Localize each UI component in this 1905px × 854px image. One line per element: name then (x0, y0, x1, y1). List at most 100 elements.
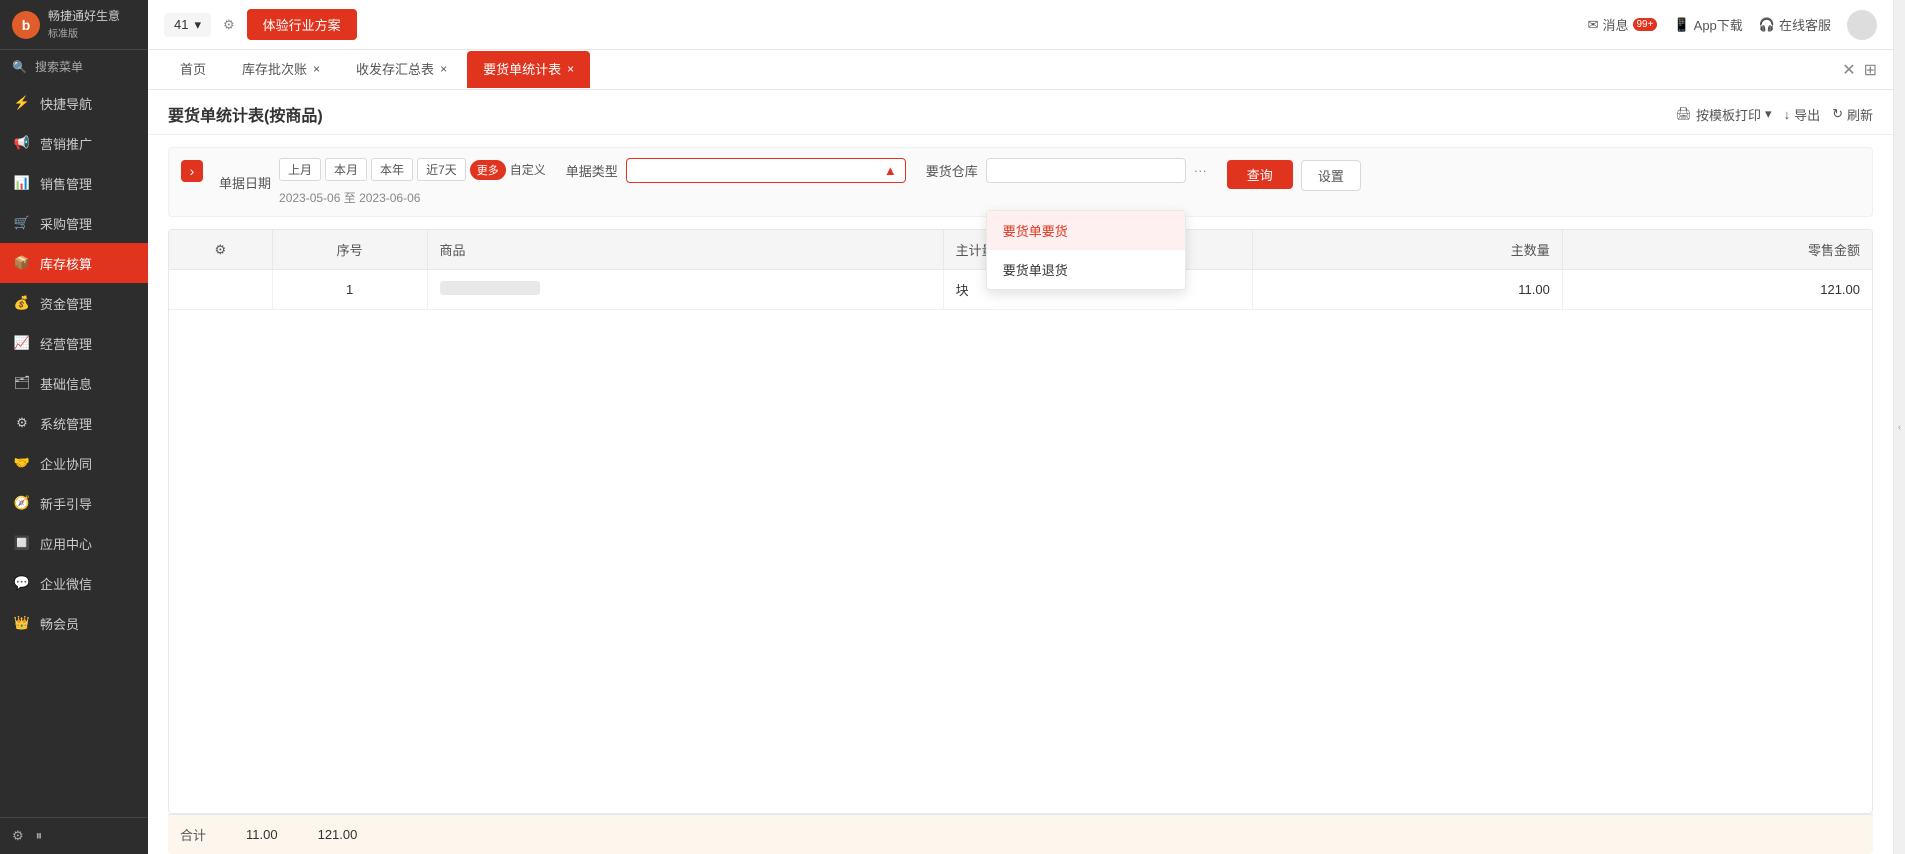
this-month-btn[interactable]: 本月 (325, 158, 367, 181)
topbar-gear-icon[interactable]: ⚙ (223, 17, 235, 33)
type-filter: 单据类型 ▲ 要货单要货 要货单退货 (566, 158, 906, 183)
filter-group: 单据日期 上月 本月 本年 近7天 更多 自定义 2023-05-06 至 20… (219, 158, 1860, 206)
sidebar-item-cooperation[interactable]: 🤝 企业协同 (0, 443, 148, 483)
search-menu-label: 搜索菜单 (35, 58, 83, 75)
export-icon: ↓ (1784, 107, 1791, 122)
sidebar-item-marketing[interactable]: 📢 营销推广 (0, 123, 148, 163)
system-icon: ⚙ (12, 413, 32, 433)
settings-bottom-icon[interactable]: ⚙ (12, 828, 24, 844)
member-icon: 👑 (12, 613, 32, 633)
tab-collect-summary-close[interactable]: × (440, 62, 447, 76)
date-filter-col: 上月 本月 本年 近7天 更多 自定义 2023-05-06 至 2023-06… (279, 158, 546, 206)
footer-qty: 11.00 (246, 827, 278, 842)
sidebar-item-basics[interactable]: 🗂 基础信息 (0, 363, 148, 403)
sidebar-item-sales[interactable]: 📊 销售管理 (0, 163, 148, 203)
tab-order-stats-close[interactable]: × (567, 62, 574, 76)
page-header: 要货单统计表(按商品) 🖨 按模板打印 ▾ ↓ 导出 ↻ 刷新 (148, 90, 1893, 135)
dropdown-item-return[interactable]: 要货单退货 (987, 250, 1185, 289)
basics-icon: 🗂 (12, 373, 32, 393)
cooperation-icon: 🤝 (12, 453, 32, 473)
filter-expand-btn[interactable]: › (181, 160, 203, 182)
tabbar-right: ✕ ⊞ (1842, 60, 1877, 80)
column-settings-icon[interactable]: ⚙ (215, 242, 227, 257)
collapse-icon[interactable]: ⏸ (36, 828, 43, 844)
sidebar-item-system[interactable]: ⚙ 系统管理 (0, 403, 148, 443)
query-btn[interactable]: 查询 (1227, 160, 1293, 189)
app-download-btn[interactable]: 📱 App下载 (1673, 15, 1742, 34)
product-placeholder (440, 281, 540, 295)
sidebar-item-label: 资金管理 (40, 294, 92, 313)
sidebar-item-label: 营销推广 (40, 134, 92, 153)
messages-badge: 99+ (1633, 18, 1658, 31)
operations-icon: 📈 (12, 333, 32, 353)
sidebar-item-label: 销售管理 (40, 174, 92, 193)
warehouse-label: 要货仓库 (926, 161, 978, 180)
warehouse-input[interactable] (986, 158, 1186, 183)
page-content: 要货单统计表(按商品) 🖨 按模板打印 ▾ ↓ 导出 ↻ 刷新 › (148, 90, 1893, 854)
page-actions: 🖨 按模板打印 ▾ ↓ 导出 ↻ 刷新 (1676, 105, 1874, 124)
sidebar-item-purchase[interactable]: 🛒 采购管理 (0, 203, 148, 243)
trial-btn[interactable]: 体验行业方案 (247, 9, 357, 40)
sidebar-item-member[interactable]: 👑 畅会员 (0, 603, 148, 643)
footer-amount: 121.00 (318, 827, 358, 842)
warehouse-more-icon[interactable]: ··· (1194, 163, 1207, 178)
tab-inventory-batch[interactable]: 库存批次账 × (226, 51, 336, 88)
td-qty: 11.00 (1253, 270, 1563, 310)
sidebar-item-label: 基础信息 (40, 374, 92, 393)
sidebar-item-operations[interactable]: 📈 经营管理 (0, 323, 148, 363)
type-chevron-icon: ▲ (884, 163, 897, 178)
sidebar-item-guide[interactable]: 🧭 新手引导 (0, 483, 148, 523)
type-dropdown-menu: 要货单要货 要货单退货 (986, 210, 1186, 290)
sidebar-item-appstore[interactable]: 🔲 应用中心 (0, 523, 148, 563)
set-btn[interactable]: 设置 (1301, 160, 1361, 191)
type-input-container: ▲ 要货单要货 要货单退货 (626, 158, 906, 183)
tab-collect-summary-label: 收发存汇总表 (356, 59, 434, 78)
tab-order-stats[interactable]: 要货单统计表 × (467, 51, 590, 88)
sidebar-item-label: 快捷导航 (40, 94, 92, 113)
sidebar-bottom: ⚙ ⏸ (0, 817, 148, 854)
user-avatar[interactable] (1847, 10, 1877, 40)
tabbar: 首页 库存批次账 × 收发存汇总表 × 要货单统计表 × ✕ ⊞ (148, 50, 1893, 90)
tab-inventory-batch-close[interactable]: × (313, 62, 320, 76)
inventory-icon: 📦 (12, 253, 32, 273)
refresh-btn[interactable]: ↻ 刷新 (1832, 105, 1873, 124)
date-btns: 上月 本月 本年 近7天 更多 自定义 (279, 158, 546, 181)
custom-date-btn[interactable]: 自定义 (510, 161, 546, 178)
tab-inventory-batch-label: 库存批次账 (242, 59, 307, 78)
export-btn[interactable]: ↓ 导出 (1784, 105, 1821, 124)
messages-btn[interactable]: ✉ 消息 99+ (1588, 15, 1658, 34)
print-btn[interactable]: 🖨 按模板打印 ▾ (1676, 105, 1772, 124)
tab-collect-summary[interactable]: 收发存汇总表 × (340, 51, 463, 88)
sidebar-item-inventory[interactable]: 📦 库存核算 (0, 243, 148, 283)
refresh-label: 刷新 (1847, 105, 1873, 124)
quick-nav-icon: ⚡ (12, 93, 32, 113)
table-footer: 合计 11.00 121.00 (168, 814, 1873, 854)
th-amount: 零售金额 (1562, 230, 1872, 270)
tab-expand-icon[interactable]: ⊞ (1864, 60, 1877, 80)
print-label: 按模板打印 (1696, 105, 1761, 124)
tab-close-all-icon[interactable]: ✕ (1842, 60, 1855, 80)
print-icon: 🖨 (1676, 106, 1693, 122)
message-icon: ✉ (1588, 17, 1599, 33)
messages-label: 消息 (1602, 15, 1628, 34)
last-month-btn[interactable]: 上月 (279, 158, 321, 181)
type-dropdown-trigger[interactable]: ▲ (626, 158, 906, 183)
this-year-btn[interactable]: 本年 (371, 158, 413, 181)
search-menu[interactable]: 🔍 搜索菜单 (0, 50, 148, 83)
sidebar-item-wechat[interactable]: 💬 企业微信 (0, 563, 148, 603)
right-handle[interactable]: ‹ (1893, 0, 1905, 854)
company-selector[interactable]: 41 ▾ (164, 13, 211, 37)
sidebar-item-finance[interactable]: 💰 资金管理 (0, 283, 148, 323)
online-service-btn[interactable]: 🎧 在线客服 (1759, 15, 1831, 34)
page-title: 要货单统计表(按商品) (168, 102, 323, 126)
sidebar: b 畅捷通好生意 标准版 🔍 搜索菜单 ⚡ 快捷导航 📢 营销推广 📊 销售管理… (0, 0, 148, 854)
last-7-days-btn[interactable]: 近7天 (417, 158, 466, 181)
dropdown-item-requisition[interactable]: 要货单要货 (987, 211, 1185, 250)
topbar-right: ✉ 消息 99+ 📱 App下载 🎧 在线客服 (1588, 10, 1877, 40)
sidebar-item-quick-nav[interactable]: ⚡ 快捷导航 (0, 83, 148, 123)
tab-home-label: 首页 (180, 59, 206, 78)
td-num: 1 (272, 270, 427, 310)
finance-icon: 💰 (12, 293, 32, 313)
th-settings[interactable]: ⚙ (169, 230, 272, 270)
tab-home[interactable]: 首页 (164, 51, 222, 88)
